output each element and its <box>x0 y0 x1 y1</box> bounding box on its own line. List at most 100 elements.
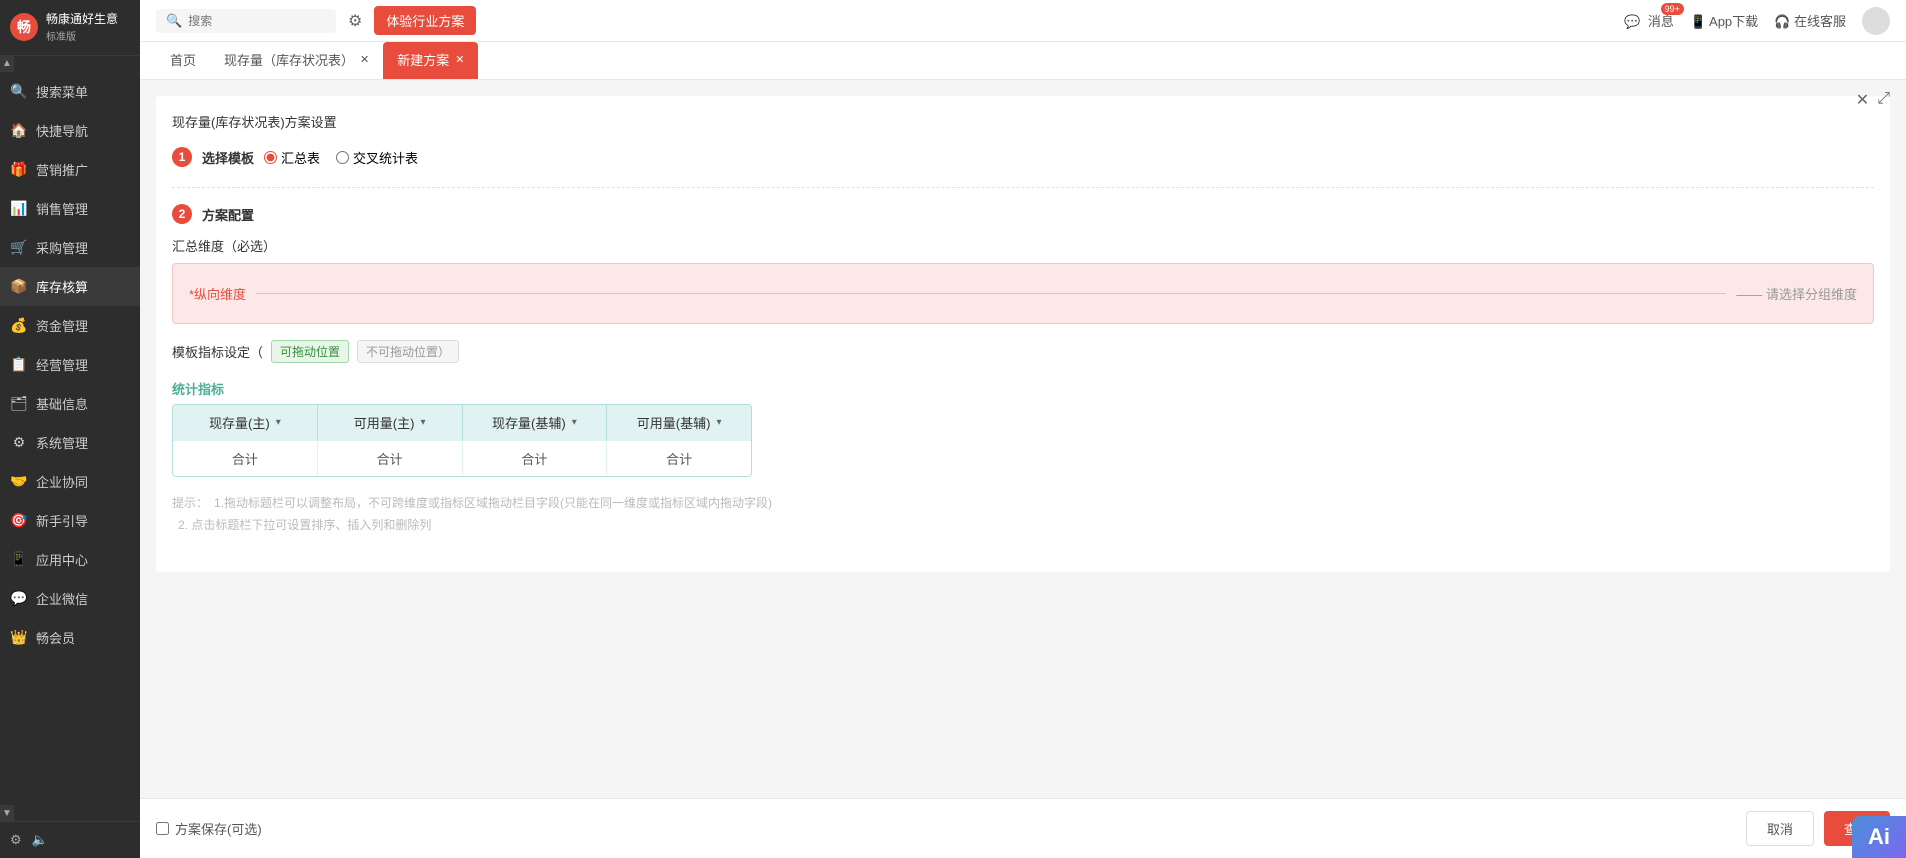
settings-gear-icon[interactable]: ⚙ <box>348 11 362 31</box>
search-input[interactable] <box>188 14 318 28</box>
tab-new-plan-label: 新建方案 <box>397 50 449 69</box>
topbar-search-box[interactable]: 🔍 <box>156 9 336 33</box>
topbar-actions: 💬 99+ 消息 📱 App下载 🎧 在线客服 <box>1624 7 1890 35</box>
search-icon: 🔍 <box>166 13 182 29</box>
message-badge-container[interactable]: 💬 99+ 消息 <box>1624 11 1674 30</box>
sidebar-item-inventory[interactable]: 📦 库存核算 <box>0 267 140 306</box>
ai-badge[interactable]: Ai <box>1852 816 1906 858</box>
sidebar-item-label: 销售管理 <box>36 199 88 218</box>
sidebar-item-sales[interactable]: 📊 销售管理 <box>0 189 140 228</box>
sidebar-item-agreement[interactable]: 🤝 企业协同 <box>0 462 140 501</box>
sidebar-scroll-down[interactable]: ▼ <box>0 805 14 821</box>
header-cell-0[interactable]: 现存量(主) ▾ <box>173 405 318 440</box>
settings-icon[interactable]: ⚙ <box>10 832 22 848</box>
stats-table-row: 合计 合计 合计 合计 <box>173 440 751 476</box>
not-draggable-tag: 不可拖动位置） <box>357 340 459 363</box>
sidebar-item-guide[interactable]: 🎯 新手引导 <box>0 501 140 540</box>
sidebar-item-system[interactable]: ⚙ 系统管理 <box>0 423 140 462</box>
tips-section: 提示： 1.拖动标题栏可以调整布局，不可跨维度或指标区域拖动栏目字段(只能在同一… <box>172 493 1874 536</box>
section1-header: 1 选择模板 汇总表 交叉统计表 <box>172 147 1874 167</box>
sidebar-item-label: 应用中心 <box>36 550 88 569</box>
cancel-button[interactable]: 取消 <box>1746 811 1814 846</box>
close-panel-icon[interactable]: ✕ <box>1856 90 1869 110</box>
tab-home[interactable]: 首页 <box>156 42 210 79</box>
footer-save-section: 方案保存(可选) <box>156 819 262 838</box>
cell-2: 合计 <box>463 440 608 476</box>
tips-item-2: 2. 点击标题栏下拉可设置排序、插入列和删除列 <box>172 515 1874 537</box>
sidebar-scroll-up[interactable]: ▲ <box>0 56 14 72</box>
app-download-link[interactable]: 📱 App下载 <box>1690 11 1758 30</box>
phone-icon: 📱 <box>10 550 28 568</box>
summary-dim-label: 汇总维度（必选） <box>172 236 1874 255</box>
main-area: 🔍 ⚙ 体验行业方案 💬 99+ 消息 📱 App下载 🎧 在线客服 <box>140 0 1906 858</box>
header-cell-2[interactable]: 现存量(基辅) ▾ <box>463 405 608 440</box>
sidebar-item-label: 资金管理 <box>36 316 88 335</box>
header-cell-1[interactable]: 可用量(主) ▾ <box>318 405 463 440</box>
indicator-settings-label: 模板指标设定（ 可拖动位置 不可拖动位置） <box>172 340 1874 363</box>
vertical-dim-required-label: *纵向维度 <box>189 284 246 303</box>
vertical-dim-placeholder: —— 请选择分组维度 <box>1736 284 1857 303</box>
sidebar-item-member[interactable]: 👑 畅会员 <box>0 618 140 657</box>
section2-label: 方案配置 <box>202 205 254 224</box>
sidebar-item-appstore[interactable]: 📱 应用中心 <box>0 540 140 579</box>
stats-table: 现存量(主) ▾ 可用量(主) ▾ 现存量(基辅) ▾ <box>172 404 752 477</box>
radio-cross-input[interactable] <box>336 151 349 164</box>
message-count: 99+ <box>1661 3 1684 15</box>
tips-item-1: 提示： 1.拖动标题栏可以调整布局，不可跨维度或指标区域拖动栏目字段(只能在同一… <box>172 493 1874 515</box>
customer-service-link[interactable]: 🎧 在线客服 <box>1774 11 1846 30</box>
header-cell-3[interactable]: 可用量(基辅) ▾ <box>607 405 751 440</box>
app-name-block: 畅康通好生意 标准版 <box>46 12 118 43</box>
draggable-tag: 可拖动位置 <box>271 340 349 363</box>
volume-icon[interactable]: 🔈 <box>32 832 48 848</box>
sidebar-bottom: ⚙ 🔈 <box>0 821 140 858</box>
sidebar-item-search[interactable]: 🔍 搜索菜单 <box>0 72 140 111</box>
tab-inventory-label: 现存量（库存状况表） <box>224 50 354 69</box>
sidebar-logo: 畅 畅康通好生意 标准版 <box>0 0 140 56</box>
cell-3: 合计 <box>607 440 751 476</box>
topbar: 🔍 ⚙ 体验行业方案 💬 99+ 消息 📱 App下载 🎧 在线客服 <box>140 0 1906 42</box>
sidebar-item-marketing[interactable]: 🎁 营销推广 <box>0 150 140 189</box>
save-label: 方案保存(可选) <box>175 819 262 838</box>
sidebar-item-label: 企业协同 <box>36 472 88 491</box>
cart-icon: 🛒 <box>10 238 28 256</box>
section1-label: 选择模板 <box>202 148 254 167</box>
panel-title: 现存量(库存状况表)方案设置 <box>172 112 1874 131</box>
section2-header: 2 方案配置 <box>172 204 1874 224</box>
sidebar-item-wechat[interactable]: 💬 企业微信 <box>0 579 140 618</box>
sidebar-item-purchase[interactable]: 🛒 采购管理 <box>0 228 140 267</box>
radio-summary-label: 汇总表 <box>281 148 320 167</box>
tab-new-plan[interactable]: 新建方案 ✕ <box>383 42 478 79</box>
radio-cross[interactable]: 交叉统计表 <box>336 148 418 167</box>
sidebar-item-label: 库存核算 <box>36 277 88 296</box>
template-radio-group: 汇总表 交叉统计表 <box>264 148 418 167</box>
app-version: 标准版 <box>46 28 118 43</box>
stats-section-label: 统计指标 <box>172 379 1874 398</box>
tab-inventory-close-icon[interactable]: ✕ <box>360 53 369 66</box>
tabs-bar: 首页 现存量（库存状况表） ✕ 新建方案 ✕ <box>140 42 1906 80</box>
message-icon: 💬 <box>1624 14 1640 29</box>
tab-inventory-status[interactable]: 现存量（库存状况表） ✕ <box>210 42 383 79</box>
save-checkbox[interactable] <box>156 822 169 835</box>
tab-new-plan-close-icon[interactable]: ✕ <box>455 53 464 66</box>
sidebar-item-label: 经营管理 <box>36 355 88 374</box>
header-label-1: 可用量(主) <box>354 413 415 432</box>
sidebar-item-label: 系统管理 <box>36 433 88 452</box>
sidebar-item-finance[interactable]: 💰 资金管理 <box>0 306 140 345</box>
chevron-down-icon-3: ▾ <box>716 417 721 428</box>
expand-panel-icon[interactable]: ⤢ <box>1877 90 1890 110</box>
user-avatar[interactable] <box>1862 7 1890 35</box>
tips-intro: 提示： <box>172 493 208 515</box>
target-icon: 🎯 <box>10 511 28 529</box>
header-label-0: 现存量(主) <box>209 413 270 432</box>
sidebar-item-quicknav[interactable]: 🏠 快捷导航 <box>0 111 140 150</box>
trial-button[interactable]: 体验行业方案 <box>374 6 476 35</box>
sidebar-item-label: 快捷导航 <box>36 121 88 140</box>
app-name: 畅康通好生意 <box>46 12 118 28</box>
sidebar-item-basic[interactable]: 🗂 基础信息 <box>0 384 140 423</box>
radio-summary[interactable]: 汇总表 <box>264 148 320 167</box>
box-icon: 📦 <box>10 277 28 295</box>
radio-summary-input[interactable] <box>264 151 277 164</box>
sidebar-item-management[interactable]: 📋 经营管理 <box>0 345 140 384</box>
handshake-icon: 🤝 <box>10 472 28 490</box>
section-config: 2 方案配置 汇总维度（必选） *纵向维度 —— 请选择分组维度 模板指标设定（… <box>172 204 1874 536</box>
